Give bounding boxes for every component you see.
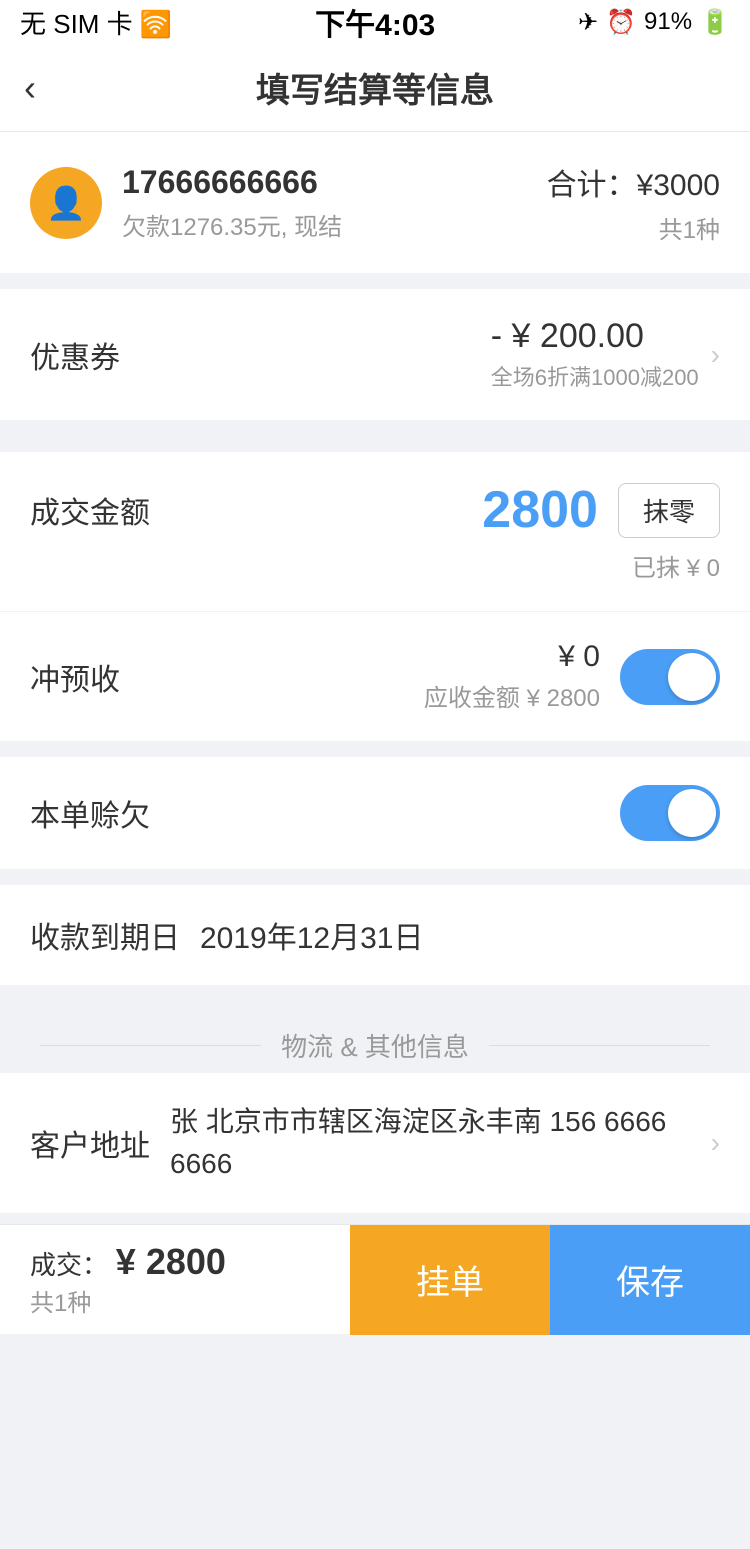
- coupon-desc: 全场6折满1000减200: [491, 360, 699, 392]
- address-label: 客户地址: [30, 1121, 150, 1165]
- debt-toggle-knob: [668, 789, 716, 837]
- prereceive-amount: ¥ 0: [424, 640, 600, 674]
- main-content: 👤 17666666666 欠款1276.35元, 现结 合计：¥3000 共1…: [0, 132, 750, 1549]
- save-button[interactable]: 保存: [550, 1225, 750, 1335]
- address-value: 张 北京市市辖区海淀区永丰南 156 6666 6666: [170, 1101, 691, 1185]
- debt-toggle[interactable]: [620, 785, 720, 841]
- battery-level: 91%: [644, 8, 692, 36]
- coupon-row[interactable]: 优惠券 - ¥ 200.00 全场6折满1000减200 ›: [0, 289, 750, 420]
- prereceive-value-group: ¥ 0 应收金额 ¥ 2800: [424, 640, 600, 713]
- address-section[interactable]: 客户地址 张 北京市市辖区海淀区永丰南 156 6666 6666 ›: [0, 1073, 750, 1213]
- amount-row: 成交金额 2800 抹零: [30, 480, 720, 540]
- duedate-label: 收款到期日: [30, 913, 180, 957]
- status-left: 无 SIM 卡 🛜: [20, 4, 172, 41]
- customer-right: 合计：¥3000 共1种: [547, 160, 720, 245]
- nav-bar: ‹ 填写结算等信息: [0, 44, 750, 132]
- alarm-icon: ⏰: [606, 8, 636, 37]
- prereceive-toggle[interactable]: [620, 649, 720, 705]
- prereceive-right: ¥ 0 应收金额 ¥ 2800: [424, 640, 720, 713]
- page-title: 填写结算等信息: [256, 63, 494, 112]
- order-count: 共1种: [547, 210, 720, 245]
- bottom-summary: 成交： ¥ 2800 共1种: [0, 1241, 350, 1318]
- sim-status: 无 SIM 卡 🛜: [20, 4, 172, 41]
- toggle-knob: [668, 653, 716, 701]
- coupon-amount: - ¥ 200.00: [491, 317, 699, 356]
- status-time: 下午4:03: [315, 0, 435, 44]
- chevron-right-icon: ›: [711, 339, 720, 371]
- address-chevron-icon: ›: [711, 1127, 720, 1159]
- status-right: ✈ ⏰ 91% 🔋: [578, 8, 730, 37]
- avatar-icon: 👤: [46, 184, 86, 222]
- bottom-deal-count: 共1种: [30, 1283, 320, 1318]
- amount-value: 2800: [482, 480, 598, 540]
- debt-label: 本单赊欠: [30, 791, 150, 835]
- prereceive-section: 冲预收 ¥ 0 应收金额 ¥ 2800: [0, 611, 750, 741]
- duedate-row: 收款到期日 2019年12月31日: [30, 913, 720, 957]
- amount-value-group: 2800 抹零: [482, 480, 720, 540]
- customer-card: 👤 17666666666 欠款1276.35元, 现结 合计：¥3000 共1…: [0, 132, 750, 273]
- duedate-value: 2019年12月31日: [200, 913, 423, 957]
- bottom-bar: 成交： ¥ 2800 共1种 挂单 保存: [0, 1224, 750, 1334]
- location-icon: ✈: [578, 8, 598, 37]
- customer-info: 17666666666 欠款1276.35元, 现结: [122, 164, 342, 242]
- customer-debt: 欠款1276.35元, 现结: [122, 207, 342, 242]
- coupon-label: 优惠券: [30, 333, 120, 377]
- prereceive-row: 冲预收 ¥ 0 应收金额 ¥ 2800: [30, 640, 720, 713]
- coupon-right: - ¥ 200.00 全场6折满1000减200 ›: [491, 317, 720, 392]
- duedate-section: 收款到期日 2019年12月31日: [0, 885, 750, 985]
- amount-label: 成交金额: [30, 488, 150, 532]
- debt-section: 本单赊欠: [0, 757, 750, 869]
- prereceive-sub-text: 应收金额 ¥ 2800: [424, 678, 600, 713]
- section-separator-2: [0, 741, 750, 757]
- bottom-deal-label: 成交：: [30, 1250, 108, 1280]
- customer-left: 👤 17666666666 欠款1276.35元, 现结: [30, 164, 342, 242]
- prereceive-label: 冲预收: [30, 655, 120, 699]
- avatar: 👤: [30, 167, 102, 239]
- battery-icon: 🔋: [700, 8, 730, 37]
- bottom-deal-row: 成交： ¥ 2800: [30, 1241, 320, 1283]
- round-button[interactable]: 抹零: [618, 483, 720, 538]
- bottom-deal-amount: ¥ 2800: [116, 1241, 226, 1282]
- order-total: 合计：¥3000: [547, 160, 720, 204]
- customer-phone: 17666666666: [122, 164, 342, 201]
- hold-button[interactable]: 挂单: [350, 1225, 550, 1335]
- amount-sub-text: 已抹 ¥ 0: [30, 548, 720, 583]
- logistics-separator: 物流 & 其他信息: [0, 1017, 750, 1073]
- status-bar: 无 SIM 卡 🛜 下午4:03 ✈ ⏰ 91% 🔋: [0, 0, 750, 44]
- section-separator-3: [0, 1001, 750, 1017]
- amount-section: 成交金额 2800 抹零 已抹 ¥ 0: [0, 452, 750, 611]
- section-separator-1: [0, 436, 750, 452]
- back-button[interactable]: ‹: [24, 67, 36, 109]
- logistics-sep-text: 物流 & 其他信息: [261, 1027, 489, 1064]
